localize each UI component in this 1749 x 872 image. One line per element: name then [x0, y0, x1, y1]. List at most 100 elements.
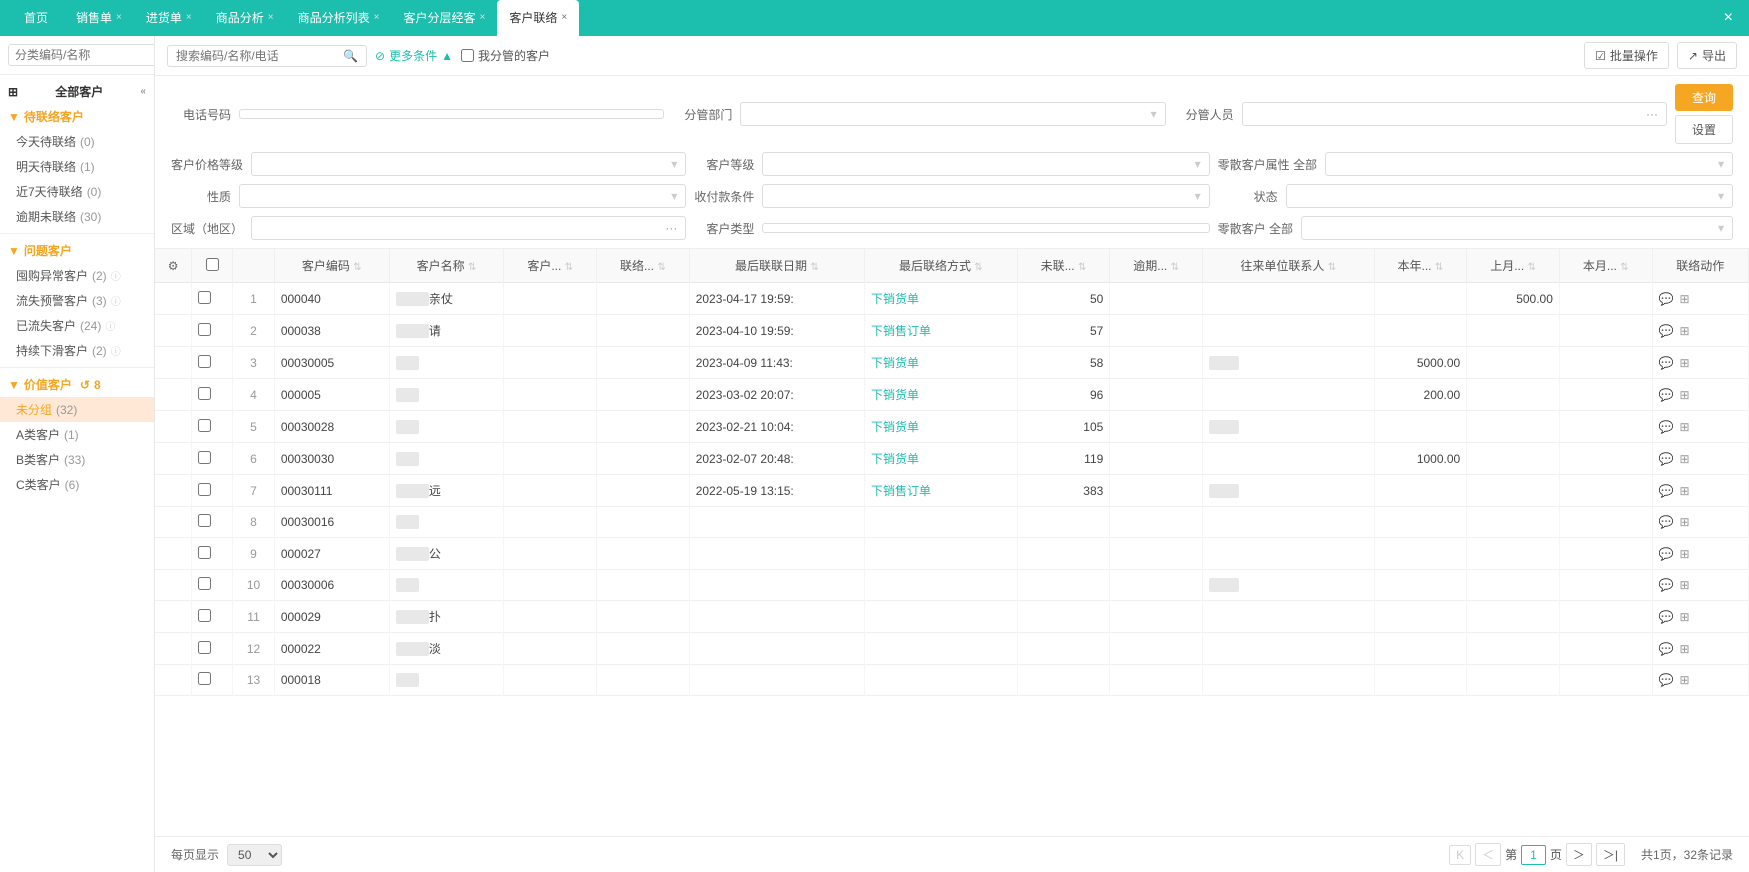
row-checkbox[interactable]: [198, 323, 211, 336]
filter-customer-level-select[interactable]: ▾: [762, 152, 1209, 176]
row-last-way[interactable]: 下销售订单: [864, 315, 1017, 347]
filter-price-level-select[interactable]: ▾: [251, 152, 686, 176]
nav-close-all[interactable]: ×: [1716, 9, 1741, 27]
nav-product-list-close[interactable]: ×: [374, 0, 380, 36]
row-last-way[interactable]: [864, 665, 1017, 696]
row-last-way[interactable]: 下销货单: [864, 443, 1017, 475]
nav-sales-order[interactable]: 销售单 ×: [64, 0, 134, 36]
filter-cust-type-select[interactable]: [762, 223, 1209, 233]
last-page-btn[interactable]: ＞|: [1596, 843, 1625, 866]
nav-customer-segment-close[interactable]: ×: [479, 0, 485, 36]
col-code[interactable]: 客户编码 ⇅: [274, 249, 389, 283]
action-chat-icon[interactable]: 💬: [1659, 578, 1674, 592]
row-checkbox-cell[interactable]: [192, 443, 233, 475]
export-btn[interactable]: ↗ 导出: [1677, 42, 1737, 69]
col-type[interactable]: 客户... ⇅: [504, 249, 597, 283]
col-contact[interactable]: 联络... ⇅: [597, 249, 690, 283]
row-checkbox[interactable]: [198, 451, 211, 464]
batch-operation-btn[interactable]: ☑ 批量操作: [1584, 42, 1669, 69]
row-checkbox[interactable]: [198, 514, 211, 527]
action-chat-icon[interactable]: 💬: [1659, 515, 1674, 529]
row-last-way[interactable]: 下销售订单: [864, 475, 1017, 507]
action-chat-icon[interactable]: 💬: [1659, 420, 1674, 434]
sidebar-item-7days[interactable]: 近7天待联络 (0): [0, 179, 154, 204]
action-chat-icon[interactable]: 💬: [1659, 484, 1674, 498]
row-checkbox[interactable]: [198, 387, 211, 400]
row-checkbox[interactable]: [198, 483, 211, 496]
filter-phone-input[interactable]: [239, 109, 664, 119]
sidebar-all-customers[interactable]: ⊞ 全部客户 «: [0, 75, 154, 104]
nav-purchase-close[interactable]: ×: [186, 0, 192, 36]
sidebar-item-declining[interactable]: 持续下滑客户 (2) ⓘ: [0, 338, 154, 363]
col-this-month[interactable]: 本月... ⇅: [1559, 249, 1652, 283]
action-grid-icon[interactable]: ⊞: [1680, 420, 1690, 434]
row-checkbox-cell[interactable]: [192, 475, 233, 507]
nav-product-analysis[interactable]: 商品分析 ×: [204, 0, 286, 36]
filter-payment-select[interactable]: ▾: [762, 184, 1209, 208]
action-chat-icon[interactable]: 💬: [1659, 292, 1674, 306]
row-checkbox-cell[interactable]: [192, 601, 233, 633]
filter-retail-attr-select[interactable]: ▾: [1325, 152, 1733, 176]
col-name[interactable]: 客户名称 ⇅: [389, 249, 504, 283]
row-checkbox-cell[interactable]: [192, 315, 233, 347]
per-page-select[interactable]: 50 100 200: [227, 844, 282, 866]
last-way-link[interactable]: 下销售订单: [871, 324, 931, 338]
last-way-link[interactable]: 下销售订单: [871, 484, 931, 498]
sidebar-item-overdue[interactable]: 逾期未联络 (30): [0, 204, 154, 229]
row-checkbox[interactable]: [198, 609, 211, 622]
action-grid-icon[interactable]: ⊞: [1680, 578, 1690, 592]
row-checkbox-cell[interactable]: [192, 633, 233, 665]
last-way-link[interactable]: 下销货单: [871, 420, 919, 434]
sidebar-item-tomorrow[interactable]: 明天待联络 (1): [0, 154, 154, 179]
row-checkbox-cell[interactable]: [192, 538, 233, 570]
row-checkbox-cell[interactable]: [192, 570, 233, 601]
action-chat-icon[interactable]: 💬: [1659, 642, 1674, 656]
action-chat-icon[interactable]: 💬: [1659, 324, 1674, 338]
row-checkbox-cell[interactable]: [192, 283, 233, 315]
nav-product-list[interactable]: 商品分析列表 ×: [286, 0, 392, 36]
action-chat-icon[interactable]: 💬: [1659, 547, 1674, 561]
row-checkbox-cell[interactable]: [192, 507, 233, 538]
row-checkbox[interactable]: [198, 291, 211, 304]
row-last-way[interactable]: 下销货单: [864, 283, 1017, 315]
row-last-way[interactable]: [864, 507, 1017, 538]
col-last-month[interactable]: 上月... ⇅: [1467, 249, 1560, 283]
sidebar-item-classB[interactable]: B类客户 (33): [0, 447, 154, 472]
col-year[interactable]: 本年... ⇅: [1374, 249, 1467, 283]
action-chat-icon[interactable]: 💬: [1659, 356, 1674, 370]
sidebar-search-input[interactable]: [8, 44, 155, 66]
action-chat-icon[interactable]: 💬: [1659, 388, 1674, 402]
col-last-date[interactable]: 最后联联日期 ⇅: [689, 249, 864, 283]
filter-status-select[interactable]: ▾: [1286, 184, 1733, 208]
filter-nature-select[interactable]: ▾: [239, 184, 686, 208]
filter-search-input[interactable]: [176, 49, 339, 63]
row-checkbox[interactable]: [198, 577, 211, 590]
sidebar-item-classA[interactable]: A类客户 (1): [0, 422, 154, 447]
sidebar-item-ungroup[interactable]: 未分组 (32): [0, 397, 154, 422]
filter-person-select[interactable]: ···: [1242, 102, 1667, 126]
action-grid-icon[interactable]: ⊞: [1680, 547, 1690, 561]
col-overdue[interactable]: 逾期... ⇅: [1110, 249, 1203, 283]
action-grid-icon[interactable]: ⊞: [1680, 324, 1690, 338]
row-last-way[interactable]: 下销货单: [864, 411, 1017, 443]
row-last-way[interactable]: 下销货单: [864, 347, 1017, 379]
action-grid-icon[interactable]: ⊞: [1680, 642, 1690, 656]
row-checkbox[interactable]: [198, 355, 211, 368]
sidebar-item-classC[interactable]: C类客户 (6): [0, 472, 154, 497]
filter-retail-select[interactable]: ▾: [1301, 216, 1733, 240]
my-customers-checkbox[interactable]: [461, 49, 474, 62]
row-checkbox-cell[interactable]: [192, 411, 233, 443]
last-way-link[interactable]: 下销货单: [871, 292, 919, 306]
row-checkbox[interactable]: [198, 641, 211, 654]
sidebar-item-abnormal[interactable]: 囤购异常客户 (2) ⓘ: [0, 263, 154, 288]
next-page-btn[interactable]: ＞: [1566, 843, 1592, 866]
nav-home[interactable]: 首页: [8, 0, 64, 36]
action-chat-icon[interactable]: 💬: [1659, 452, 1674, 466]
action-grid-icon[interactable]: ⊞: [1680, 610, 1690, 624]
action-chat-icon[interactable]: 💬: [1659, 610, 1674, 624]
action-grid-icon[interactable]: ⊞: [1680, 484, 1690, 498]
first-page-btn[interactable]: K: [1449, 845, 1471, 865]
col-person[interactable]: 往来单位联系人 ⇅: [1202, 249, 1374, 283]
filter-dept-select[interactable]: ▾: [740, 102, 1165, 126]
row-last-way[interactable]: 下销货单: [864, 379, 1017, 411]
